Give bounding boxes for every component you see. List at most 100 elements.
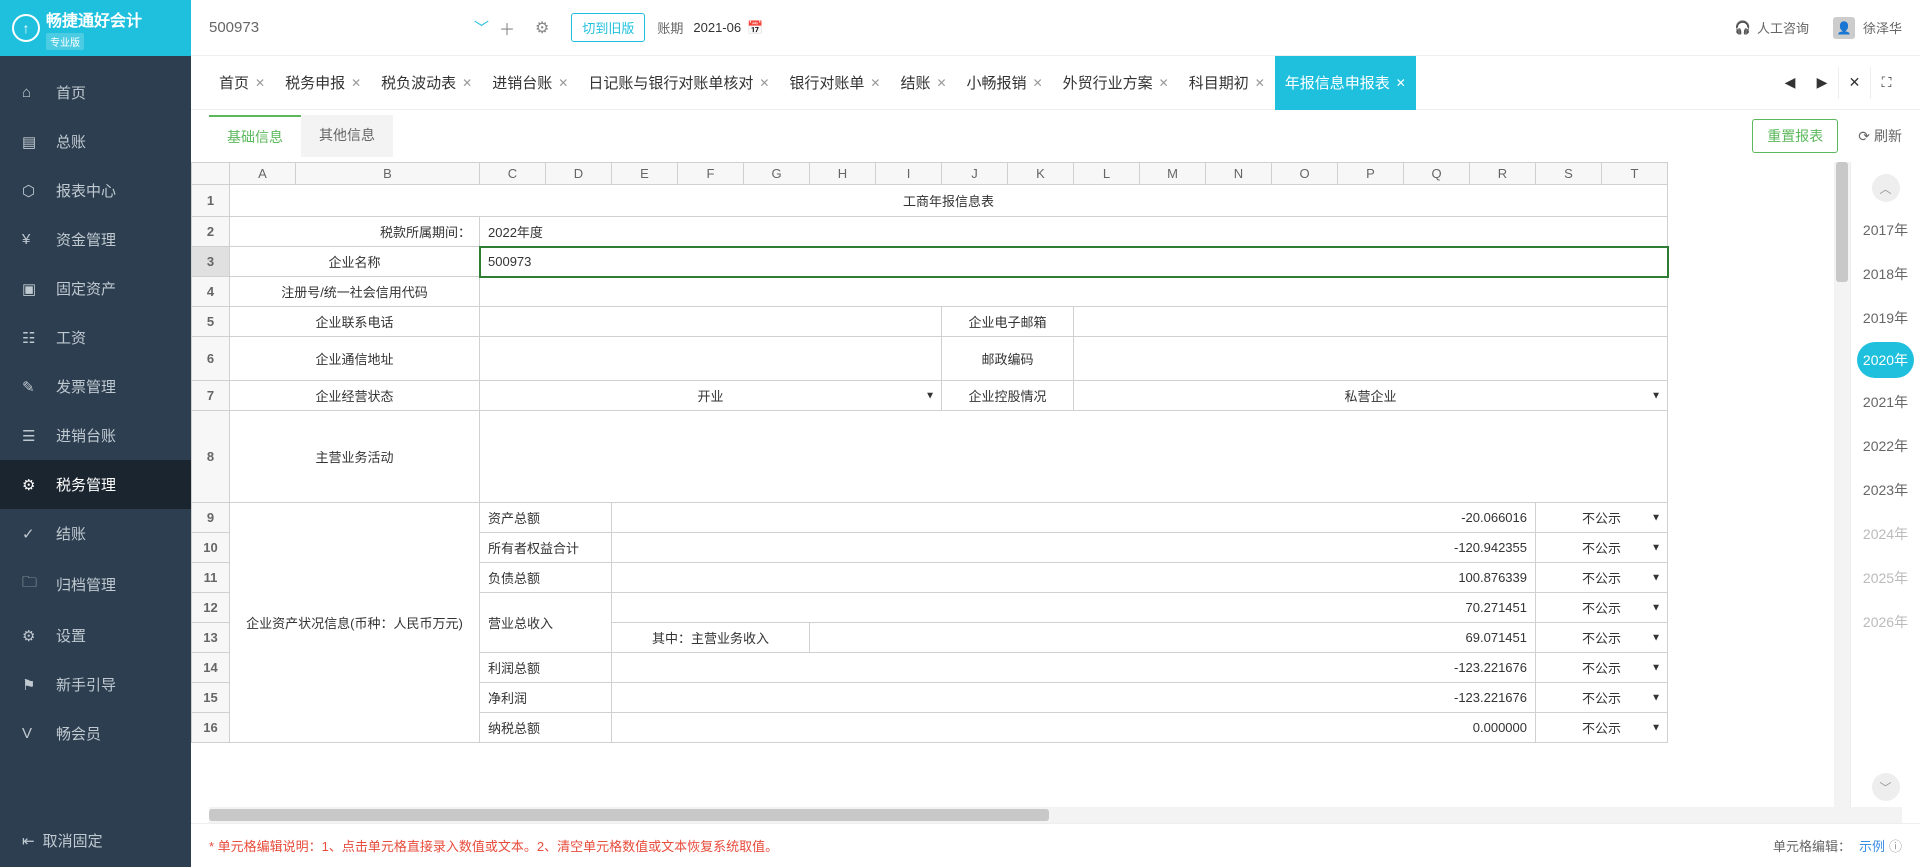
year-2024[interactable]: 2024年 [1851, 512, 1920, 556]
tab-bank[interactable]: 银行对账单✕ [779, 56, 890, 110]
r10-label[interactable]: 所有者权益合计 [480, 533, 612, 563]
r13-publish-select[interactable]: 不公示▼ [1536, 623, 1668, 653]
phone-label[interactable]: 企业联系电话 [230, 307, 480, 337]
tab-purchsale[interactable]: 进销台账✕ [482, 56, 578, 110]
example-link[interactable]: 示例 [1859, 836, 1885, 855]
email-input[interactable] [1074, 307, 1668, 337]
r13-label[interactable]: 其中：主营业务收入 [612, 623, 810, 653]
sidebar-item-asset[interactable]: ▣固定资产 [0, 264, 191, 313]
r12-label[interactable]: 营业总收入 [480, 593, 612, 653]
phone-input[interactable] [480, 307, 942, 337]
tab-closing[interactable]: 结账✕ [890, 56, 956, 110]
sidebar-item-member[interactable]: V畅会员 [0, 709, 191, 758]
gear-icon[interactable]: ⚙ [535, 18, 549, 38]
company-name-input[interactable]: 500973 [480, 247, 1668, 277]
holding-label[interactable]: 企业控股情况 [942, 381, 1074, 411]
col-D[interactable]: D [546, 163, 612, 185]
row-head-5[interactable]: 5 [192, 307, 230, 337]
refresh-button[interactable]: ⟳刷新 [1858, 126, 1902, 146]
sidebar-item-closing[interactable]: ✓结账 [0, 509, 191, 558]
vertical-scrollbar[interactable] [1834, 162, 1850, 807]
close-icon[interactable]: ✕ [936, 76, 946, 90]
year-2025[interactable]: 2025年 [1851, 556, 1920, 600]
close-icon[interactable]: ✕ [462, 76, 472, 90]
row-head-13[interactable]: 13 [192, 623, 230, 653]
period-value-cell[interactable]: 2022年度 [480, 217, 1668, 247]
col-O[interactable]: O [1272, 163, 1338, 185]
row-head-2[interactable]: 2 [192, 217, 230, 247]
row-head-12[interactable]: 12 [192, 593, 230, 623]
tab-close-all-button[interactable]: ✕ [1838, 67, 1870, 99]
scrollbar-thumb[interactable] [1836, 162, 1848, 282]
close-icon[interactable]: ✕ [558, 76, 568, 90]
col-N[interactable]: N [1206, 163, 1272, 185]
reg-code-label[interactable]: 注册号/统一社会信用代码 [230, 277, 480, 307]
address-input[interactable] [480, 337, 942, 381]
r13-value[interactable]: 69.071451 [810, 623, 1536, 653]
r9-publish-select[interactable]: 不公示▼ [1536, 503, 1668, 533]
postcode-label[interactable]: 邮政编码 [942, 337, 1074, 381]
row-head-8[interactable]: 8 [192, 411, 230, 503]
row-head-3[interactable]: 3 [192, 247, 230, 277]
reset-report-button[interactable]: 重置报表 [1752, 119, 1838, 153]
sidebar-item-invoice[interactable]: ✎发票管理 [0, 362, 191, 411]
col-H[interactable]: H [810, 163, 876, 185]
subtab-other[interactable]: 其他信息 [301, 115, 393, 157]
col-E[interactable]: E [612, 163, 678, 185]
close-icon[interactable]: ✕ [1033, 76, 1043, 90]
tab-annual-report[interactable]: 年报信息申报表✕ [1275, 56, 1416, 110]
sidebar-item-fund[interactable]: ¥资金管理 [0, 215, 191, 264]
reg-code-input[interactable] [480, 277, 1668, 307]
r10-publish-select[interactable]: 不公示▼ [1536, 533, 1668, 563]
status-select[interactable]: 开业▼ [480, 381, 942, 411]
main-biz-label[interactable]: 主营业务活动 [230, 411, 480, 503]
company-name-label[interactable]: 企业名称 [230, 247, 480, 277]
year-2017[interactable]: 2017年 [1851, 208, 1920, 252]
tab-trade[interactable]: 外贸行业方案✕ [1053, 56, 1179, 110]
asset-group-label[interactable]: 企业资产状况信息(币种：人民币万元) [230, 503, 480, 743]
col-J[interactable]: J [942, 163, 1008, 185]
sheet-title[interactable]: 工商年报信息表 [230, 185, 1668, 217]
r12-publish-select[interactable]: 不公示▼ [1536, 593, 1668, 623]
r9-value[interactable]: -20.066016 [612, 503, 1536, 533]
calendar-icon[interactable]: 📅 [747, 20, 763, 36]
close-icon[interactable]: ✕ [1255, 76, 1265, 90]
r15-value[interactable]: -123.221676 [612, 683, 1536, 713]
subtab-basic[interactable]: 基础信息 [209, 115, 301, 157]
r14-value[interactable]: -123.221676 [612, 653, 1536, 683]
spreadsheet[interactable]: A B C D E F G H I J K L M [191, 162, 1834, 807]
close-icon[interactable]: ✕ [1159, 76, 1169, 90]
user-menu[interactable]: 👤徐泽华 [1833, 17, 1902, 39]
col-I[interactable]: I [876, 163, 942, 185]
row-head-4[interactable]: 4 [192, 277, 230, 307]
r16-label[interactable]: 纳税总额 [480, 713, 612, 743]
close-icon[interactable]: ✕ [255, 76, 265, 90]
tab-next-button[interactable]: ▶ [1806, 67, 1838, 99]
tab-opening[interactable]: 科目期初✕ [1179, 56, 1275, 110]
close-icon[interactable]: ✕ [870, 76, 880, 90]
tab-tax-declare[interactable]: 税务申报✕ [275, 56, 371, 110]
tab-journal[interactable]: 日记账与银行对账单核对✕ [578, 56, 779, 110]
close-icon[interactable]: ✕ [1396, 76, 1406, 90]
r11-value[interactable]: 100.876339 [612, 563, 1536, 593]
r12-value[interactable]: 70.271451 [612, 593, 1536, 623]
sidebar-item-purchsale[interactable]: ☰进销台账 [0, 411, 191, 460]
col-Q[interactable]: Q [1404, 163, 1470, 185]
row-head-16[interactable]: 16 [192, 713, 230, 743]
sidebar-item-tax[interactable]: ⚙税务管理 [0, 460, 191, 509]
col-K[interactable]: K [1008, 163, 1074, 185]
r10-value[interactable]: -120.942355 [612, 533, 1536, 563]
year-2020[interactable]: 2020年 [1857, 342, 1914, 378]
r15-label[interactable]: 净利润 [480, 683, 612, 713]
tab-reimburse[interactable]: 小畅报销✕ [957, 56, 1053, 110]
fullscreen-button[interactable]: ⛶ [1870, 67, 1902, 99]
row-head-6[interactable]: 6 [192, 337, 230, 381]
r14-label[interactable]: 利润总额 [480, 653, 612, 683]
year-2026[interactable]: 2026年 [1851, 600, 1920, 644]
tab-tax-fluct[interactable]: 税负波动表✕ [371, 56, 482, 110]
col-T[interactable]: T [1602, 163, 1668, 185]
sidebar-item-ledger[interactable]: ▤总账 [0, 117, 191, 166]
postcode-input[interactable] [1074, 337, 1668, 381]
year-scroll-up[interactable]: ︿ [1872, 174, 1900, 202]
row-head-11[interactable]: 11 [192, 563, 230, 593]
